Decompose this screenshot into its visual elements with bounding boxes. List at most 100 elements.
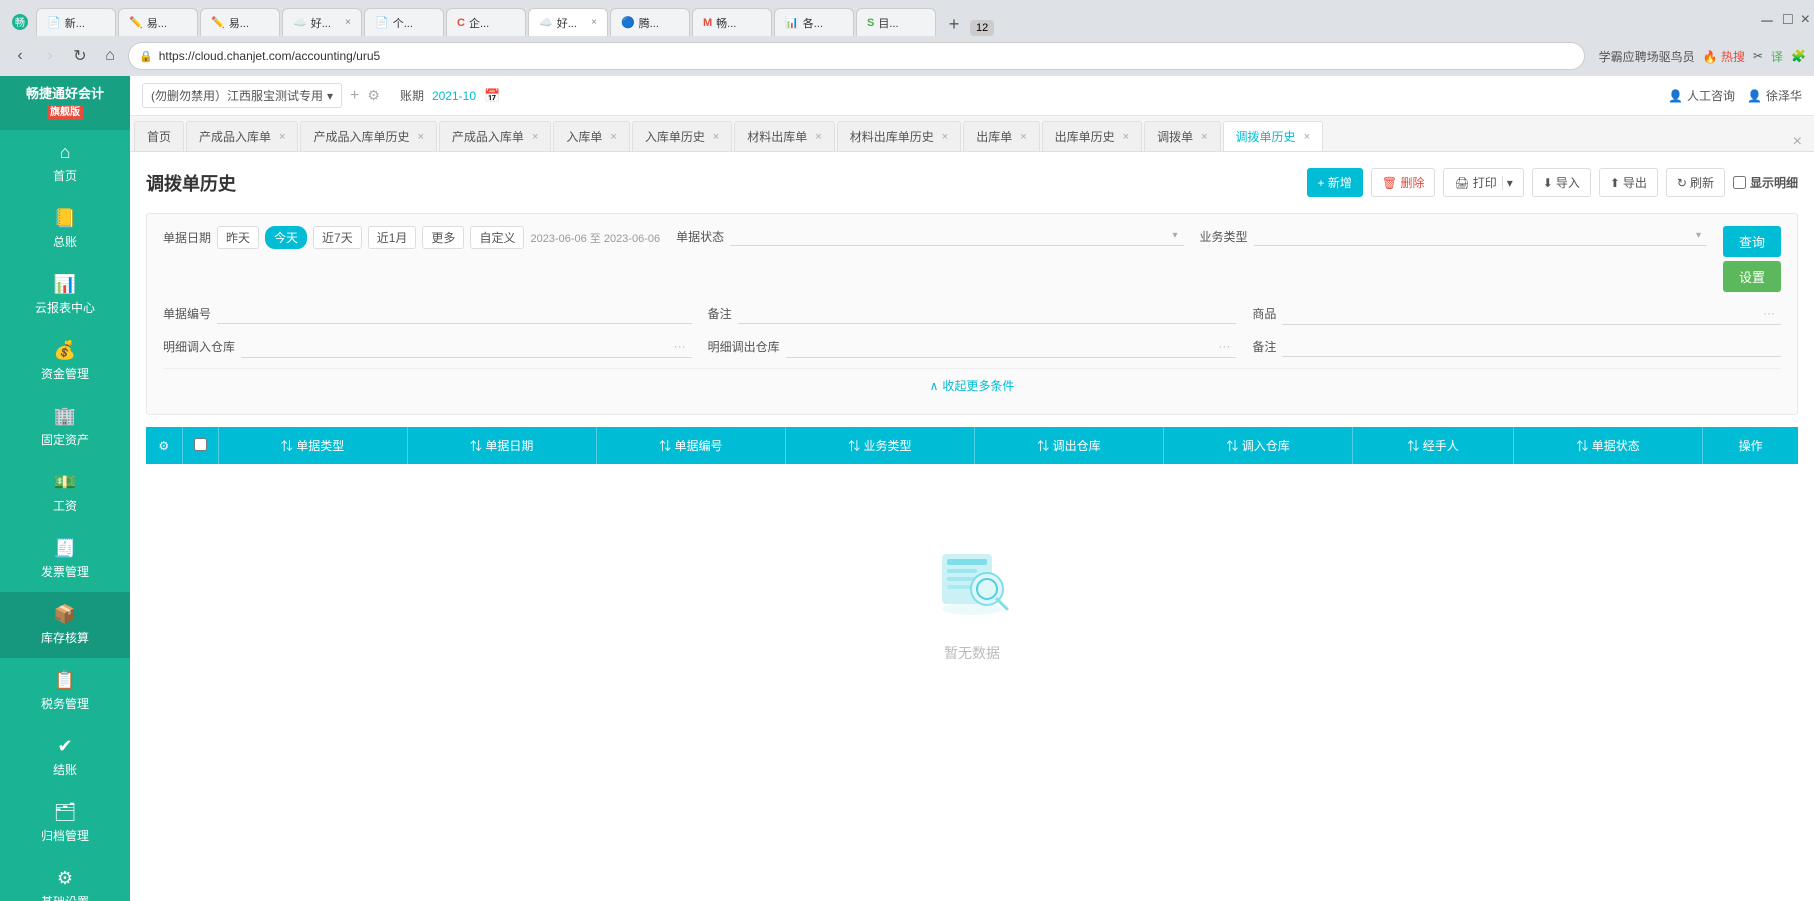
sidebar-item-settlement[interactable]: ✔ 结账 (0, 724, 130, 790)
tab-close-4[interactable]: × (345, 17, 351, 28)
period-value[interactable]: 2021-10 (432, 89, 476, 103)
query-btn[interactable]: 查询 (1723, 226, 1781, 257)
sidebar-item-settings[interactable]: ⚙ 基础设置 (0, 856, 130, 901)
browser-tab-9[interactable]: M 畅... (692, 8, 772, 36)
calendar-icon[interactable]: 📅 (484, 88, 500, 104)
app-logo[interactable]: 畅捷通好会计 旗舰版 (0, 76, 130, 130)
th-doc-status[interactable]: ⇅ 单据状态 (1514, 427, 1703, 464)
detail-in-dots-icon[interactable]: ··· (674, 339, 686, 353)
date-more-btn[interactable]: 更多 (422, 226, 464, 249)
ai-service-btn[interactable]: 👤 人工咨询 (1668, 87, 1735, 104)
th-biz-type[interactable]: ⇅ 业务类型 (785, 427, 974, 464)
tab-in-order[interactable]: 入库单 × (553, 121, 629, 151)
tab-out-order-close[interactable]: × (1020, 131, 1026, 143)
date-custom-btn[interactable]: 自定义 (470, 226, 524, 249)
th-in-warehouse[interactable]: ⇅ 调入仓库 (1164, 427, 1353, 464)
date-7days-btn[interactable]: 近7天 (313, 226, 362, 249)
sidebar-item-archive[interactable]: 🗂 归档管理 (0, 790, 130, 856)
sidebar-item-home[interactable]: ⌂ 首页 (0, 130, 130, 196)
sidebar-item-ledger[interactable]: 📒 总账 (0, 196, 130, 262)
company-selector[interactable]: (勿删勿禁用）江西服宝测试专用 ▾ (142, 83, 342, 108)
minimize-icon[interactable]: － (1759, 8, 1775, 32)
new-tab-btn[interactable]: + (942, 12, 966, 36)
tab-out-order[interactable]: 出库单 × (963, 121, 1039, 151)
status-select[interactable]: ▾ (730, 226, 1183, 246)
goods-select[interactable]: ··· (1282, 302, 1781, 325)
tab-product-in-hist[interactable]: 产成品入库单历史 × (300, 121, 436, 151)
date-1month-btn[interactable]: 近1月 (368, 226, 417, 249)
tab-in-hist[interactable]: 入库单历史 × (632, 121, 732, 151)
add-company-btn[interactable]: + (350, 87, 359, 105)
tab-product-in-2[interactable]: 产成品入库单 × (439, 121, 551, 151)
print-btn[interactable]: 🖨 🖨 打印 打印 ▾ (1443, 168, 1523, 197)
refresh-btn[interactable]: ↻ 刷新 (1666, 168, 1725, 197)
th-handler[interactable]: ⇅ 经手人 (1353, 427, 1514, 464)
address-bar[interactable]: 🔒 https://cloud.chanjet.com/accounting/u… (128, 42, 1585, 70)
browser-tab-3[interactable]: ✏️ 易... (200, 8, 280, 36)
tab-out-hist-close[interactable]: × (1123, 131, 1129, 143)
date-today-btn[interactable]: 今天 (265, 226, 307, 249)
user-menu[interactable]: 👤 徐泽华 (1747, 87, 1802, 104)
detail-in-select[interactable]: ··· (241, 335, 692, 358)
sidebar-item-funds[interactable]: 💰 资金管理 (0, 328, 130, 394)
sidebar-item-reports[interactable]: 📊 云报表中心 (0, 262, 130, 328)
tab-in-hist-close[interactable]: × (713, 131, 719, 143)
tab-product-in-close[interactable]: × (279, 131, 285, 143)
goods-dots-icon[interactable]: ··· (1763, 306, 1775, 320)
import-btn[interactable]: ⬇ 导入 (1532, 168, 1591, 197)
tab-home[interactable]: 首页 (134, 121, 184, 151)
hot-label[interactable]: 🔥 热搜 (1703, 48, 1745, 65)
tab-in-order-close[interactable]: × (610, 131, 616, 143)
collapse-btn[interactable]: ∧ 收起更多条件 (930, 373, 1015, 398)
tab-product-in[interactable]: 产成品入库单 × (186, 121, 298, 151)
tab-out-hist[interactable]: 出库单历史 × (1042, 121, 1142, 151)
th-out-warehouse[interactable]: ⇅ 调出仓库 (974, 427, 1163, 464)
tab-mat-out-hist[interactable]: 材料出库单历史 × (837, 121, 961, 151)
tab-mat-out-close[interactable]: × (815, 131, 821, 143)
export-btn[interactable]: ⬆ 导出 (1599, 168, 1658, 197)
tab-transfer-hist[interactable]: 调拨单历史 × (1223, 121, 1323, 151)
tab-transfer[interactable]: 调拨单 × (1144, 121, 1220, 151)
tab-bar-close[interactable]: × (1793, 133, 1810, 151)
home-button[interactable]: ⌂ (98, 44, 122, 68)
new-btn[interactable]: + 新增 (1307, 168, 1363, 197)
close-window-icon[interactable]: × (1801, 11, 1810, 29)
sidebar-item-salary[interactable]: 💵 工资 (0, 460, 130, 526)
biz-type-select[interactable]: ▾ (1254, 226, 1707, 246)
remark-input[interactable] (738, 303, 1237, 324)
sidebar-item-tax[interactable]: 📋 税务管理 (0, 658, 130, 724)
print-dropdown-icon[interactable]: ▾ (1502, 176, 1513, 190)
note-input[interactable] (1282, 336, 1781, 357)
browser-tab-2[interactable]: ✏️ 易... (118, 8, 198, 36)
browser-tab-5[interactable]: 📄 个... (364, 8, 444, 36)
reload-button[interactable]: ↻ (68, 44, 92, 68)
gear-settings-icon[interactable]: ⚙ (158, 439, 169, 453)
sidebar-item-invoice[interactable]: 🧾 发票管理 (0, 526, 130, 592)
tab-product-in-2-close[interactable]: × (532, 131, 538, 143)
tab-close-7[interactable]: × (591, 17, 597, 28)
close-tabs-icon[interactable]: × (1793, 133, 1802, 151)
setting-btn[interactable]: 设置 (1723, 261, 1781, 292)
browser-tab-10[interactable]: 📊 各... (774, 8, 854, 36)
extension-icon[interactable]: 🧩 (1791, 49, 1806, 63)
sidebar-item-inventory[interactable]: 📦 库存核算 (0, 592, 130, 658)
th-gear[interactable]: ⚙ (146, 427, 182, 464)
search-query[interactable]: 学霸应聘场驱鸟员 (1599, 48, 1695, 65)
browser-tab-7[interactable]: ☁️ 好... × (528, 8, 608, 36)
tab-product-in-hist-close[interactable]: × (417, 131, 423, 143)
tab-mat-out[interactable]: 材料出库单 × (734, 121, 834, 151)
translate-icon[interactable]: 译 (1771, 48, 1783, 65)
forward-button[interactable]: › (38, 44, 62, 68)
browser-tab-8[interactable]: 🔵 腾... (610, 8, 690, 36)
tab-transfer-close[interactable]: × (1201, 131, 1207, 143)
detail-out-select[interactable]: ··· (786, 335, 1237, 358)
back-icon[interactable]: 畅 (4, 8, 36, 36)
th-doc-date[interactable]: ⇅ 单据日期 (407, 427, 596, 464)
date-yesterday-btn[interactable]: 昨天 (217, 226, 259, 249)
display-detail-input[interactable] (1733, 176, 1746, 189)
browser-tab-4[interactable]: ☁️ 好... × (282, 8, 362, 36)
browser-tab-11[interactable]: S 目... (856, 8, 936, 36)
tab-mat-out-hist-close[interactable]: × (942, 131, 948, 143)
back-button[interactable]: ‹ (8, 44, 32, 68)
browser-tab-1[interactable]: 📄 新... (36, 8, 116, 36)
